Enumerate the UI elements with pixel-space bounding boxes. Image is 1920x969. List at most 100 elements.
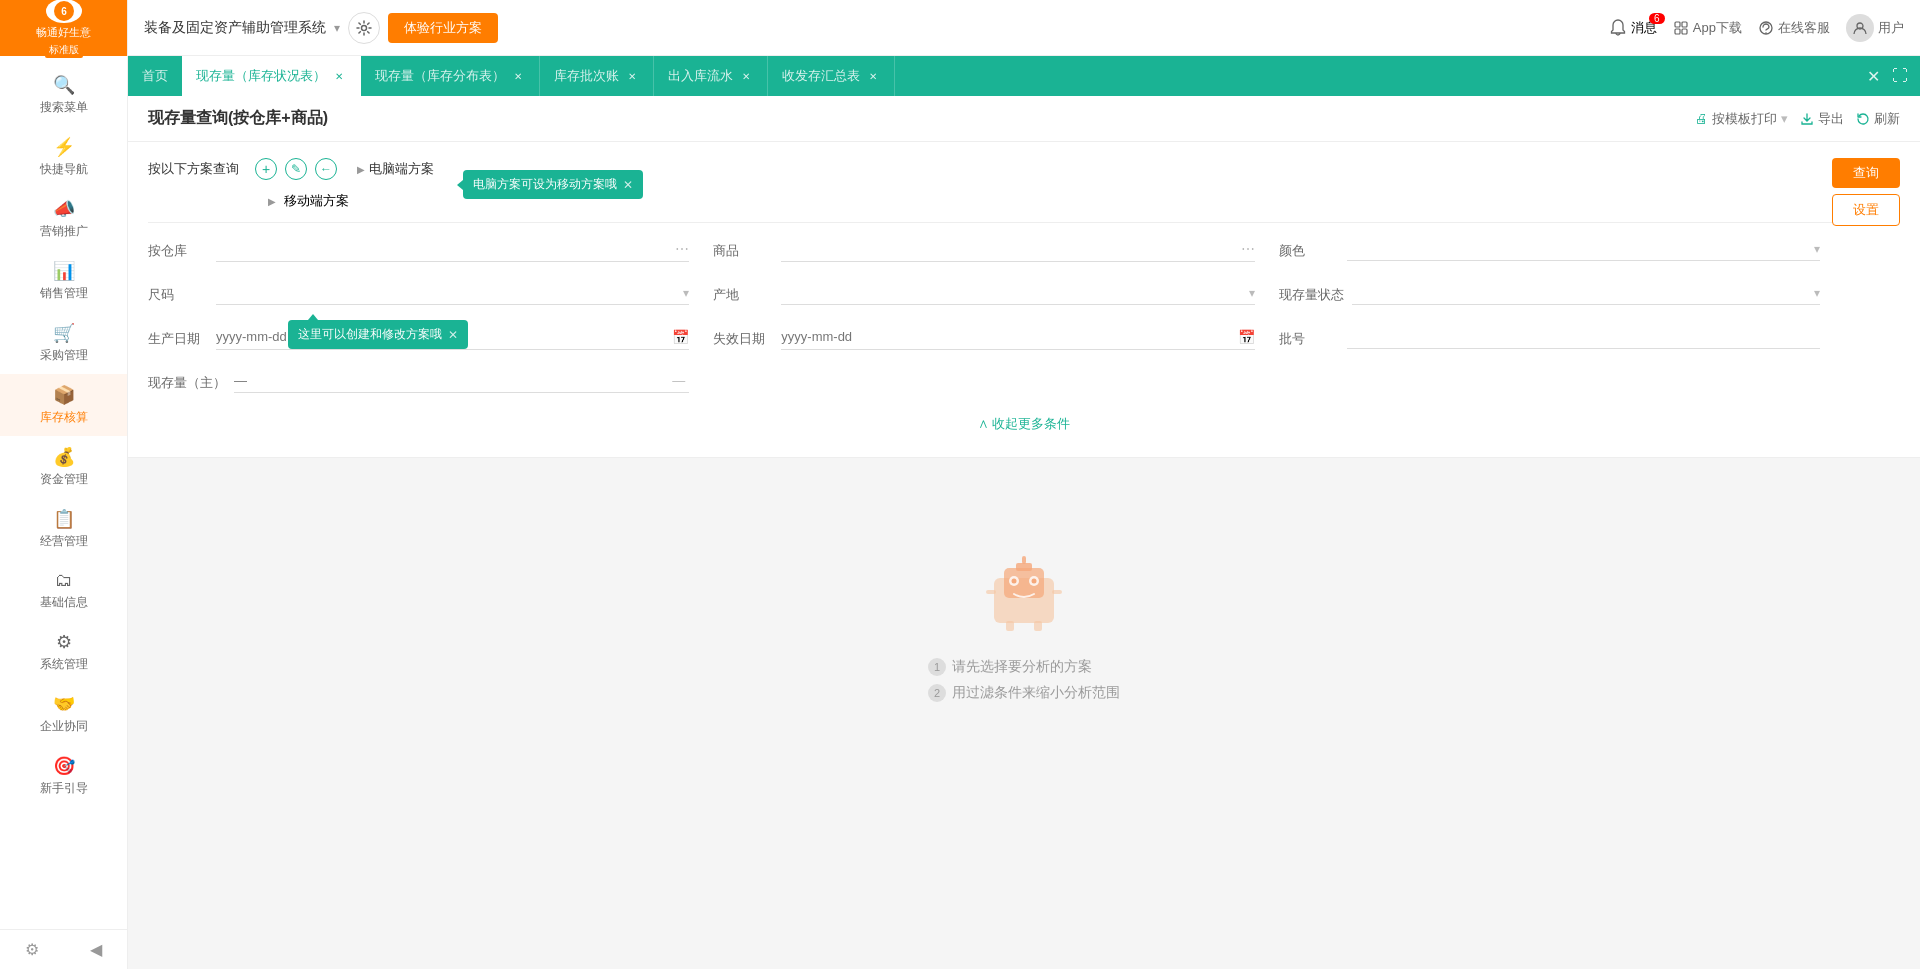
- user-area[interactable]: 用户: [1846, 14, 1904, 42]
- sidebar-item-inventory[interactable]: 📦 库存核算: [0, 374, 127, 436]
- expiry-date-input[interactable]: [781, 329, 1233, 344]
- tooltip2-close-btn[interactable]: ✕: [448, 328, 458, 342]
- scheme-desktop[interactable]: ▶ 电脑端方案: [357, 160, 434, 178]
- sidebar-item-system[interactable]: ⚙ 系统管理: [0, 621, 127, 683]
- svg-point-15: [1032, 579, 1037, 584]
- svg-rect-20: [1006, 621, 1014, 631]
- stock-status-dropdown-icon[interactable]: ▾: [1814, 286, 1820, 300]
- system-dropdown-arrow[interactable]: ▾: [334, 21, 340, 35]
- hint-2: 2 用过滤条件来缩小分析范围: [928, 684, 1120, 702]
- sidebar-item-marketing[interactable]: 📣 营销推广: [0, 188, 127, 250]
- mobile-scheme-arrow: ▶: [268, 196, 276, 207]
- operation-icon: 📋: [53, 508, 75, 530]
- basic-icon: 🗂: [55, 570, 73, 591]
- scheme-edit-button[interactable]: ✎: [285, 158, 307, 180]
- app-name: 畅通好生意: [36, 25, 91, 40]
- size-input[interactable]: [216, 285, 679, 300]
- empty-cell-2: [1279, 367, 1820, 399]
- sidebar-item-finance[interactable]: 💰 资金管理: [0, 436, 127, 498]
- stock-status-field: 现存量状态 ▾: [1279, 279, 1820, 311]
- expiry-date-control: 📅: [781, 329, 1254, 350]
- tab-expand-btn[interactable]: ⛶: [1888, 63, 1912, 89]
- settings-gear-button[interactable]: [348, 12, 380, 44]
- sidebar-item-label: 新手引导: [40, 780, 88, 797]
- color-field: 颜色 ▾: [1279, 235, 1820, 267]
- sidebar-item-purchase[interactable]: 🛒 采购管理: [0, 312, 127, 374]
- size-dropdown-icon[interactable]: ▾: [683, 286, 689, 300]
- empty-cell-1: [713, 367, 1254, 399]
- app-download-btn[interactable]: App下载: [1673, 19, 1742, 37]
- collapse-label: 收起更多条件: [992, 416, 1070, 431]
- tab-inventory-dist-close[interactable]: ✕: [511, 69, 525, 83]
- sidebar-item-label: 采购管理: [40, 347, 88, 364]
- color-dropdown-icon[interactable]: ▾: [1814, 242, 1820, 256]
- search-menu-icon: 🔍: [53, 74, 75, 96]
- svg-rect-16: [1016, 563, 1032, 571]
- sidebar-settings-btn[interactable]: ⚙: [25, 940, 39, 959]
- query-button[interactable]: 查询: [1832, 158, 1900, 188]
- tab-in-out-flow-close[interactable]: ✕: [739, 69, 753, 83]
- production-date-calendar-icon[interactable]: 📅: [672, 329, 689, 345]
- tab-receive-summary[interactable]: 收发存汇总表 ✕: [768, 56, 895, 96]
- tab-batch-ledger-close[interactable]: ✕: [625, 69, 639, 83]
- refresh-btn[interactable]: 刷新: [1856, 110, 1900, 128]
- tab-inventory-dist[interactable]: 现存量（库存分布表） ✕: [361, 56, 540, 96]
- collapse-btn[interactable]: ∧ 收起更多条件: [148, 407, 1900, 441]
- tab-batch-ledger[interactable]: 库存批次账 ✕: [540, 56, 654, 96]
- batch-input[interactable]: [1347, 329, 1820, 344]
- tab-receive-summary-close[interactable]: ✕: [866, 69, 880, 83]
- sidebar-item-enterprise[interactable]: 🤝 企业协同: [0, 683, 127, 745]
- page-title: 现存量查询(按仓库+商品): [148, 108, 328, 129]
- tab-inventory-status-close[interactable]: ✕: [332, 69, 346, 83]
- origin-input[interactable]: [781, 285, 1244, 300]
- print-icon: 🖨: [1695, 111, 1708, 126]
- expiry-date-calendar-icon[interactable]: 📅: [1238, 329, 1255, 345]
- warehouse-input[interactable]: [216, 241, 671, 256]
- tab-in-out-flow[interactable]: 出入库流水 ✕: [654, 56, 768, 96]
- sidebar-item-quick-nav[interactable]: ⚡ 快捷导航: [0, 126, 127, 188]
- warehouse-field: 按仓库 ⋯: [148, 235, 689, 267]
- goods-more-icon[interactable]: ⋯: [1241, 241, 1255, 257]
- svg-rect-21: [1034, 621, 1042, 631]
- tab-inventory-status[interactable]: 现存量（库存状况表） ✕: [182, 56, 361, 96]
- hint-1: 1 请先选择要分析的方案: [928, 658, 1120, 676]
- tooltip1-close-btn[interactable]: ✕: [623, 178, 633, 192]
- trial-industry-button[interactable]: 体验行业方案: [388, 13, 498, 43]
- scheme-arrow-button[interactable]: ←: [315, 158, 337, 180]
- user-avatar: [1846, 14, 1874, 42]
- header-right: 6 消息 App下载 在线客服: [1609, 14, 1904, 42]
- online-service-btn[interactable]: 在线客服: [1758, 19, 1830, 37]
- color-input[interactable]: [1347, 241, 1810, 256]
- tab-close-all-btn[interactable]: ✕: [1863, 63, 1884, 90]
- sidebar-collapse-btn[interactable]: ◀: [90, 940, 102, 959]
- scheme-desktop-label: 电脑端方案: [369, 160, 434, 178]
- tooltip-desktop-scheme: 电脑方案可设为移动方案哦 ✕: [463, 170, 643, 199]
- template-print-btn[interactable]: 🖨 按模板打印 ▾: [1695, 110, 1788, 128]
- export-btn[interactable]: 导出: [1800, 110, 1844, 128]
- expiry-date-label: 失效日期: [713, 330, 773, 348]
- goods-field: 商品 ⋯: [713, 235, 1254, 267]
- tab-in-out-flow-label: 出入库流水: [668, 67, 733, 85]
- hint-1-text: 请先选择要分析的方案: [952, 658, 1092, 676]
- logo-icon: 6: [46, 0, 82, 23]
- scheme-add-button[interactable]: +: [255, 158, 277, 180]
- tab-home[interactable]: 首页: [128, 56, 182, 96]
- notification-area[interactable]: 6 消息: [1609, 19, 1657, 37]
- stock-main-input[interactable]: [234, 373, 664, 388]
- svg-rect-19: [1052, 590, 1062, 594]
- warehouse-more-icon[interactable]: ⋯: [675, 241, 689, 257]
- sidebar-item-sales[interactable]: 📊 销售管理: [0, 250, 127, 312]
- set-button[interactable]: 设置: [1832, 194, 1900, 226]
- sidebar-item-basic[interactable]: 🗂 基础信息: [0, 560, 127, 621]
- stock-status-input[interactable]: [1352, 285, 1810, 300]
- sidebar-item-search-menu[interactable]: 🔍 搜索菜单: [0, 64, 127, 126]
- sidebar-item-operation[interactable]: 📋 经营管理: [0, 498, 127, 560]
- empty-state: 1 请先选择要分析的方案 2 用过滤条件来缩小分析范围: [128, 458, 1920, 782]
- production-date-label: 生产日期: [148, 330, 208, 348]
- sidebar-item-guide[interactable]: 🎯 新手引导: [0, 745, 127, 807]
- header-left: 装备及固定资产辅助管理系统 ▾ 体验行业方案: [144, 12, 498, 44]
- goods-input[interactable]: [781, 241, 1236, 256]
- app-download-label: App下载: [1693, 19, 1742, 37]
- stock-main-separator: —: [672, 373, 685, 388]
- origin-dropdown-icon[interactable]: ▾: [1249, 286, 1255, 300]
